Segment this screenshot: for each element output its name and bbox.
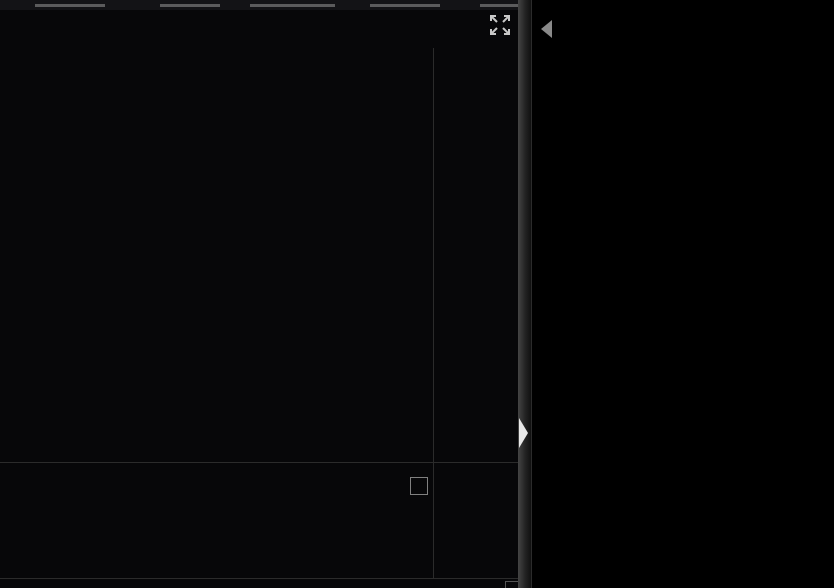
- close-indicator-button[interactable]: [410, 477, 428, 495]
- panel-splitter[interactable]: [518, 0, 531, 588]
- splitter-collapse-arrow[interactable]: [519, 418, 528, 448]
- volume-bottom-divider: [0, 578, 518, 579]
- trading-app-window: [0, 0, 834, 588]
- kline-chart-area[interactable]: [0, 0, 518, 588]
- quote-panel: [531, 0, 834, 588]
- back-arrow-icon[interactable]: [541, 20, 552, 38]
- chart-axis-divider: [433, 48, 434, 578]
- chart-volume-divider: [0, 462, 518, 463]
